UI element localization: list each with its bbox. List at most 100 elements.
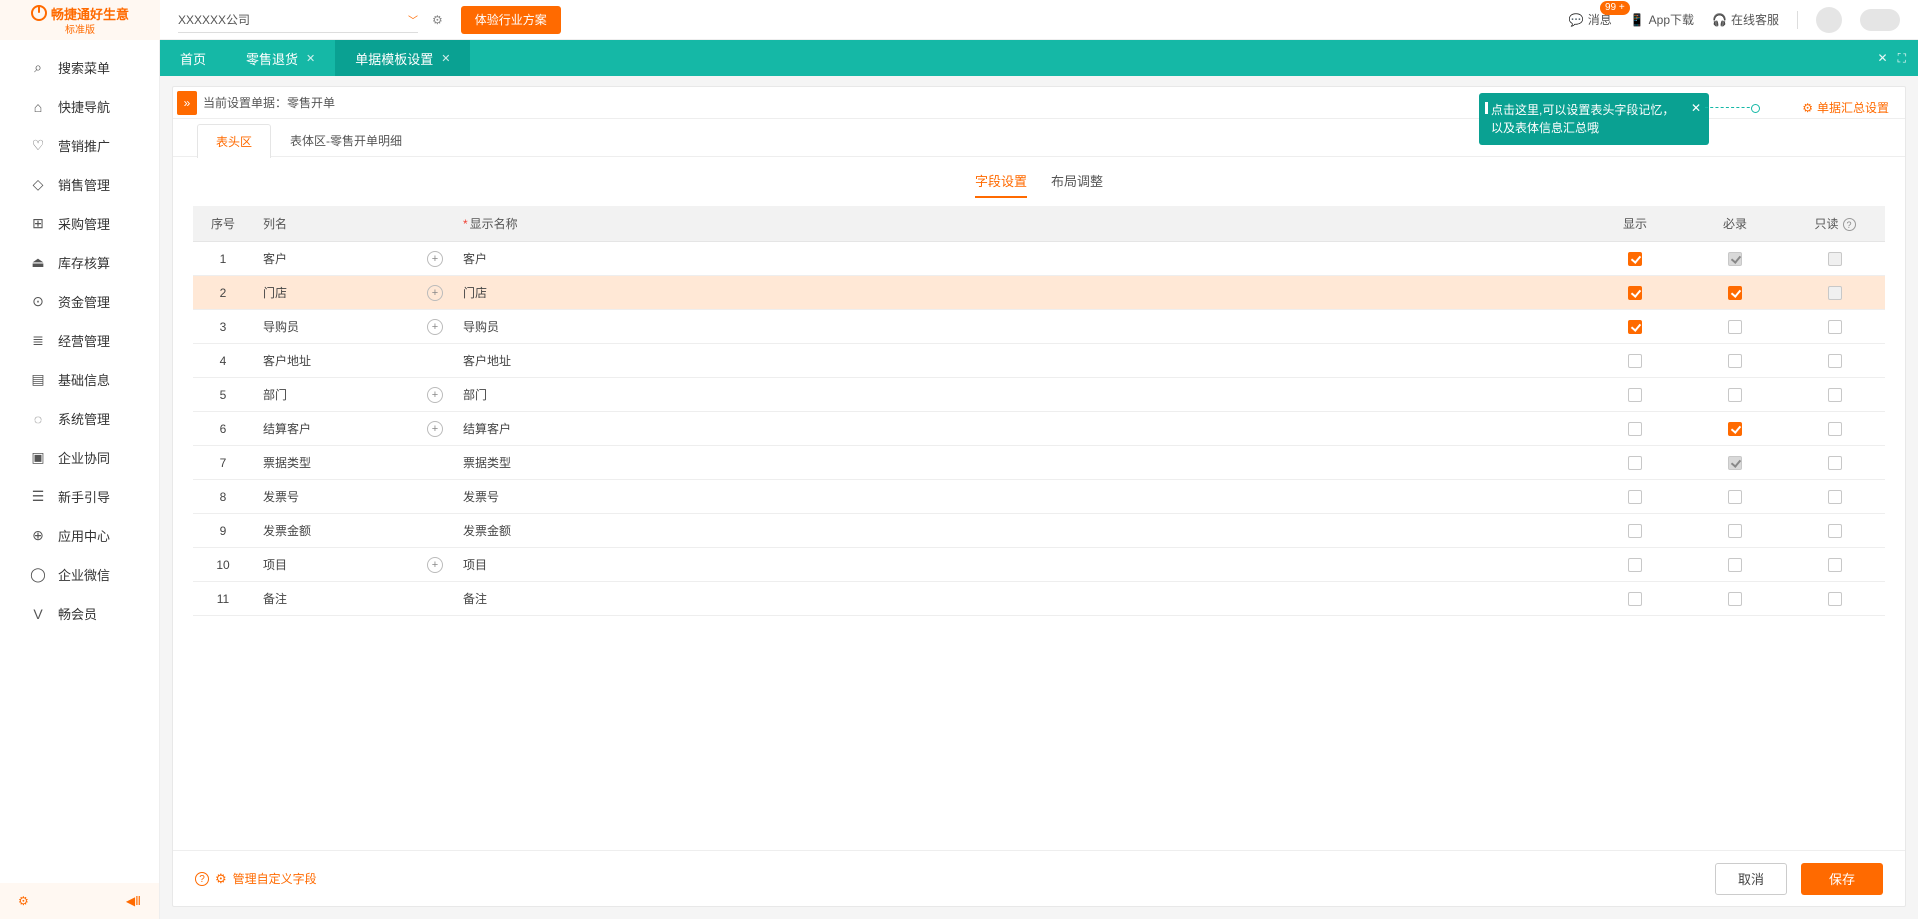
plus-icon[interactable]: + [427,421,443,437]
sidebar-item-5[interactable]: ⏏库存核算 [0,243,159,282]
checkbox-show[interactable] [1628,524,1642,538]
cell-display[interactable]: 项目 [453,548,1585,582]
checkbox-required[interactable] [1728,558,1742,572]
checkbox-show[interactable] [1628,388,1642,402]
help-icon[interactable]: ? [1843,218,1856,231]
cell-display[interactable]: 发票号 [453,480,1585,514]
messages-link[interactable]: 💬 消息 [1569,11,1612,28]
checkbox-required[interactable] [1728,592,1742,606]
cell-display[interactable]: 部门 [453,378,1585,412]
checkbox-required[interactable] [1728,320,1742,334]
col-show: 显示 [1585,206,1685,242]
cell-display[interactable]: 结算客户 [453,412,1585,446]
collapse-sidebar-icon[interactable]: ◀Ⅱ [126,894,141,908]
sidebar-item-13[interactable]: ◯企业微信 [0,555,159,594]
tab-2[interactable]: 单据模板设置✕ [335,40,470,76]
app-download-link[interactable]: 📱 App下载 [1630,11,1694,28]
sidebar-item-14[interactable]: V畅会员 [0,594,159,633]
checkbox-readonly[interactable] [1828,524,1842,538]
checkbox-required[interactable] [1728,524,1742,538]
tab-close-all-icon[interactable]: ✕ [1878,51,1888,65]
checkbox-show[interactable] [1628,422,1642,436]
sidebar-item-label: 采购管理 [58,214,110,233]
checkbox-readonly[interactable] [1828,320,1842,334]
checkbox-readonly[interactable] [1828,388,1842,402]
tabstrip: 首页零售退货✕单据模板设置✕ ✕ ⛶ [160,40,1918,76]
cell-display[interactable]: 发票金额 [453,514,1585,548]
checkbox-show[interactable] [1628,558,1642,572]
cancel-button[interactable]: 取消 [1715,863,1787,895]
cell-display[interactable]: 客户 [453,242,1585,276]
sidebar-icon: ⌂ [30,99,46,115]
plus-icon[interactable]: + [427,387,443,403]
sidebar-item-4[interactable]: ⊞采购管理 [0,204,159,243]
sidebar-item-0[interactable]: ⌕搜索菜单 [0,48,159,87]
sidebar-item-2[interactable]: ♡营销推广 [0,126,159,165]
tab-0[interactable]: 首页 [160,40,226,76]
expand-handle[interactable]: » [177,91,197,115]
support-link[interactable]: 🎧 在线客服 [1712,11,1779,28]
sidebar-item-7[interactable]: ≣经营管理 [0,321,159,360]
sidebar-item-9[interactable]: ◌系统管理 [0,399,159,438]
close-icon[interactable]: ✕ [306,52,315,65]
plus-icon[interactable]: + [427,285,443,301]
sidebar-icon: ⌕ [30,59,46,76]
area-tab-1[interactable]: 表体区-零售开单明细 [271,123,421,157]
summary-link-label: 单据汇总设置 [1817,99,1889,116]
sidebar-item-6[interactable]: ⊙资金管理 [0,282,159,321]
checkbox-show[interactable] [1628,354,1642,368]
settings-gear-icon[interactable]: ⚙ [18,894,29,908]
cell-display[interactable]: 备注 [453,582,1585,616]
checkbox-show[interactable] [1628,456,1642,470]
sidebar-item-8[interactable]: ▤基础信息 [0,360,159,399]
plus-icon[interactable]: + [427,557,443,573]
sidebar-icon: ≣ [30,332,46,349]
area-tab-0[interactable]: 表头区 [197,124,271,158]
cell-readonly [1785,412,1885,446]
gear-icon[interactable]: ⚙ [432,13,443,27]
tab-1[interactable]: 零售退货✕ [226,40,335,76]
checkbox-show[interactable] [1628,592,1642,606]
checkbox-required[interactable] [1728,286,1742,300]
cell-name: 发票号 [253,480,453,514]
company-select[interactable]: XXXXXX公司 ﹀ [178,7,418,33]
checkbox-show[interactable] [1628,320,1642,334]
checkbox-required[interactable] [1728,354,1742,368]
sidebar-item-12[interactable]: ⊕应用中心 [0,516,159,555]
fullscreen-icon[interactable]: ⛶ [1898,51,1906,66]
close-icon[interactable]: ✕ [441,52,450,65]
cell-display[interactable]: 导购员 [453,310,1585,344]
checkbox-show[interactable] [1628,286,1642,300]
checkbox-required[interactable] [1728,388,1742,402]
checkbox-readonly[interactable] [1828,592,1842,606]
sub-tab-0[interactable]: 字段设置 [975,171,1027,198]
checkbox-required[interactable] [1728,422,1742,436]
checkbox-readonly[interactable] [1828,456,1842,470]
checkbox-readonly[interactable] [1828,354,1842,368]
close-icon[interactable]: ✕ [1691,99,1701,117]
sidebar-item-10[interactable]: ▣企业协同 [0,438,159,477]
plus-icon[interactable]: + [427,319,443,335]
checkbox-show[interactable] [1628,490,1642,504]
plus-icon[interactable]: + [427,251,443,267]
sidebar-item-1[interactable]: ⌂快捷导航 [0,87,159,126]
sidebar-icon: ⏏ [30,254,46,271]
cell-display[interactable]: 门店 [453,276,1585,310]
cell-display[interactable]: 客户地址 [453,344,1585,378]
sidebar-item-3[interactable]: ◇销售管理 [0,165,159,204]
save-button[interactable]: 保存 [1801,863,1883,895]
checkbox-readonly[interactable] [1828,558,1842,572]
checkbox-readonly[interactable] [1828,422,1842,436]
avatar-extra[interactable] [1860,9,1900,31]
sidebar-item-11[interactable]: ☰新手引导 [0,477,159,516]
checkbox-required[interactable] [1728,490,1742,504]
manage-custom-fields-link[interactable]: ? ⚙ 管理自定义字段 [195,870,317,887]
cell-display[interactable]: 票据类型 [453,446,1585,480]
cell-name: 发票金额 [253,514,453,548]
summary-settings-link[interactable]: ⚙ 单据汇总设置 [1802,99,1889,116]
checkbox-readonly[interactable] [1828,490,1842,504]
trial-plan-button[interactable]: 体验行业方案 [461,6,561,34]
avatar[interactable] [1816,7,1842,33]
checkbox-show[interactable] [1628,252,1642,266]
sub-tab-1[interactable]: 布局调整 [1051,171,1103,198]
